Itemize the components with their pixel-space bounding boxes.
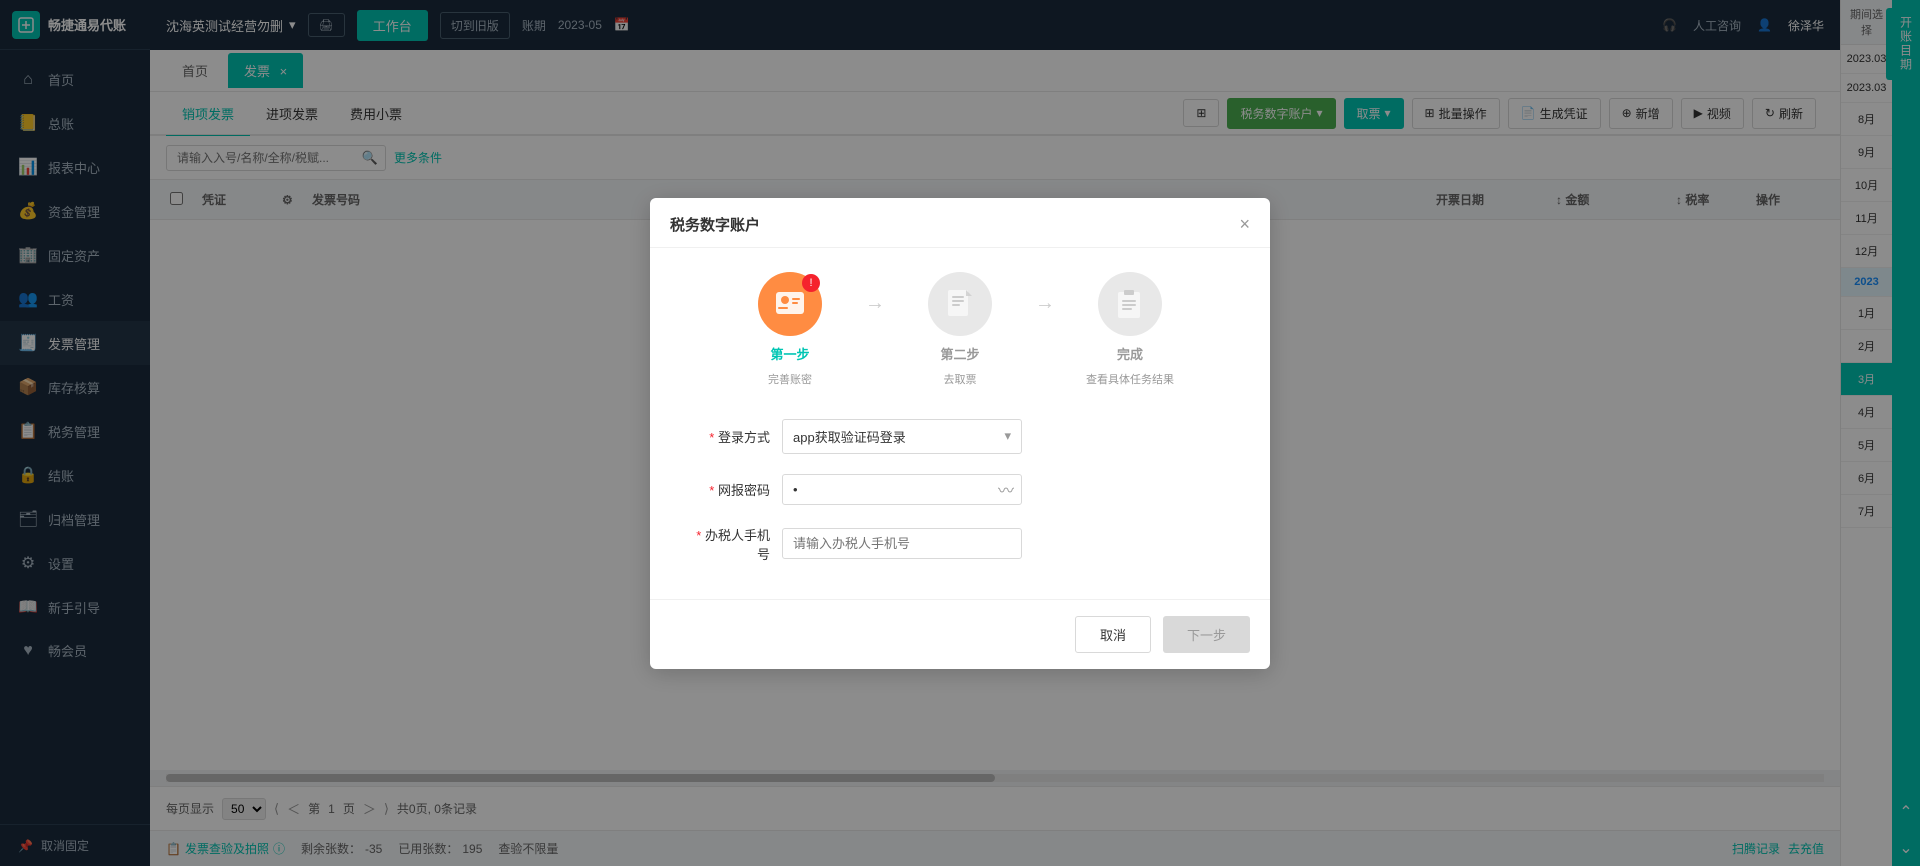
dialog-close-button[interactable]: × — [1239, 214, 1250, 235]
dialog-form: * 登录方式 app获取验证码登录 ▾ * 网报密码 — [690, 419, 1230, 563]
person-card-icon — [772, 286, 808, 322]
step-2-desc: 去取票 — [944, 371, 977, 387]
login-method-row: * 登录方式 app获取验证码登录 ▾ — [690, 419, 1230, 454]
step-1-error-badge: ! — [802, 274, 820, 292]
step-arrow-1: → — [855, 272, 895, 315]
step-1: ! 第一步 完善账密 — [725, 272, 855, 387]
password-wrapper: 〰 — [782, 474, 1022, 505]
login-method-select[interactable]: app获取验证码登录 ▾ — [782, 419, 1022, 454]
dialog-title: 税务数字账户 — [670, 214, 760, 235]
next-step-button[interactable]: 下一步 — [1163, 616, 1250, 653]
dialog-header: 税务数字账户 × — [650, 198, 1270, 248]
password-label: * 网报密码 — [690, 480, 770, 499]
phone-row: * 办税人手机号 — [690, 525, 1230, 563]
tax-digital-account-dialog: 税务数字账户 × ! — [650, 198, 1270, 669]
password-row: * 网报密码 〰 — [690, 474, 1230, 505]
document-icon — [942, 286, 978, 322]
dialog-footer: 取消 下一步 — [650, 599, 1270, 669]
dialog-body: ! 第一步 完善账密 → — [650, 248, 1270, 599]
step-3-label: 完成 — [1117, 344, 1143, 363]
cancel-button[interactable]: 取消 — [1075, 616, 1151, 653]
password-toggle-icon[interactable]: 〰 — [998, 477, 1014, 501]
step-1-desc: 完善账密 — [768, 371, 812, 387]
step-2-icon-wrap — [928, 272, 992, 336]
login-method-label: * 登录方式 — [690, 427, 770, 446]
step-1-label: 第一步 — [770, 344, 809, 363]
password-input[interactable] — [782, 474, 1022, 505]
step-3-icon-wrap — [1098, 272, 1162, 336]
phone-input[interactable] — [782, 528, 1022, 559]
step-3: 完成 查看具体任务结果 — [1065, 272, 1195, 387]
modal-overlay: 税务数字账户 × ! — [0, 0, 1920, 866]
step-arrow-2: → — [1025, 272, 1065, 315]
step-3-desc: 查看具体任务结果 — [1086, 371, 1174, 387]
steps-indicator: ! 第一步 完善账密 → — [690, 272, 1230, 387]
step-2: 第二步 去取票 — [895, 272, 1025, 387]
step-2-label: 第二步 — [940, 344, 979, 363]
step-1-icon-wrap: ! — [758, 272, 822, 336]
clipboard-icon — [1112, 286, 1148, 322]
phone-label: * 办税人手机号 — [690, 525, 770, 563]
select-dropdown-icon: ▾ — [1004, 428, 1011, 444]
